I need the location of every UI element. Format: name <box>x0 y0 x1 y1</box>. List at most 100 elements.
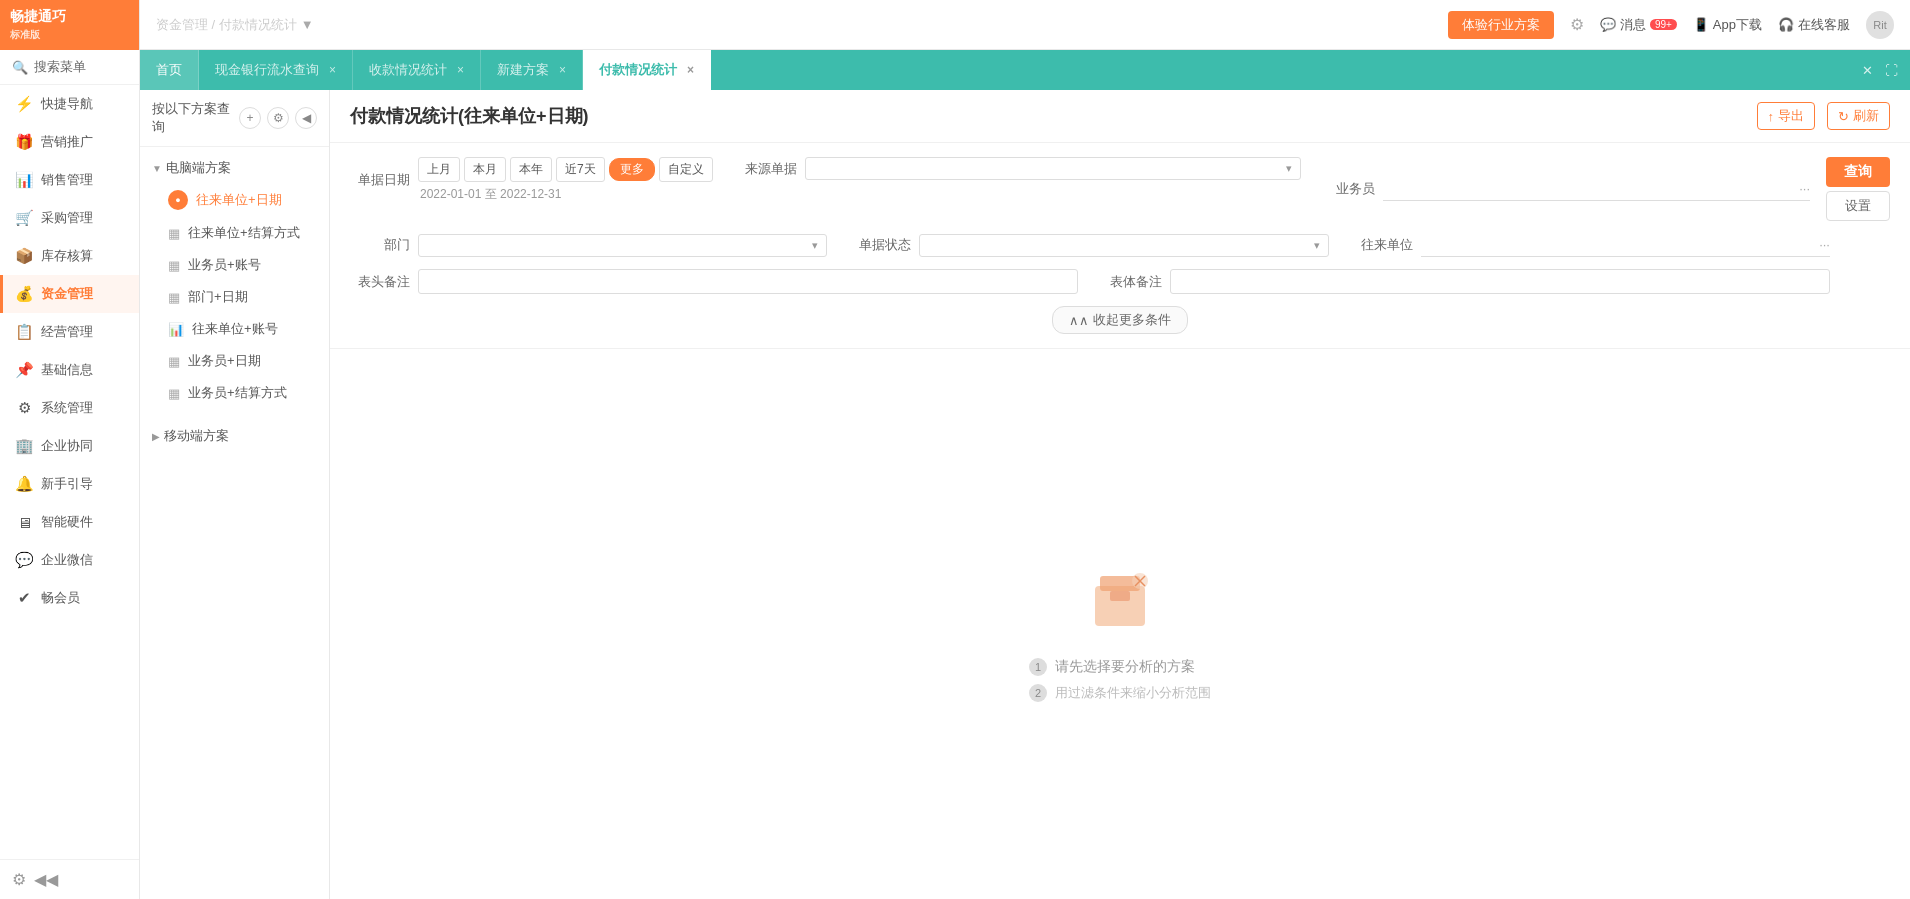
tab-home[interactable]: 首页 <box>140 50 199 90</box>
sidebar-item-basic[interactable]: 📌 基础信息 <box>0 351 139 389</box>
partner-input[interactable]: ··· <box>1421 233 1830 257</box>
hardware-icon: 🖥 <box>15 513 33 531</box>
scheme-label: 往来单位+账号 <box>192 320 278 338</box>
export-btn[interactable]: ↑ 导出 <box>1757 102 1816 130</box>
industry-btn[interactable]: 体验行业方案 <box>1448 11 1554 39</box>
sidebar-item-label: 新手引导 <box>41 475 93 493</box>
app-download-btn[interactable]: 📱 App下载 <box>1693 16 1762 34</box>
query-btn[interactable]: 查询 <box>1826 157 1890 187</box>
bottom-settings-icon[interactable]: ⚙ <box>12 870 26 889</box>
body-note-input[interactable] <box>1170 269 1830 294</box>
add-scheme-btn[interactable]: + <box>239 107 261 129</box>
staff-select[interactable]: ··· <box>1383 177 1810 201</box>
settings-btn[interactable]: 设置 <box>1826 191 1890 221</box>
guide-icon: 🔔 <box>15 475 33 493</box>
collapse-filter-btn[interactable]: ∧∧ 收起更多条件 <box>1052 306 1188 334</box>
message-icon: 💬 <box>1600 17 1616 32</box>
user-avatar[interactable]: Rit <box>1866 11 1894 39</box>
sidebar-item-guide[interactable]: 🔔 新手引导 <box>0 465 139 503</box>
settings-gear-icon[interactable]: ⚙ <box>1570 15 1584 34</box>
scheme-label: 业务员+日期 <box>188 352 261 370</box>
header-note-input[interactable] <box>418 269 1078 294</box>
messages-label: 消息 <box>1620 16 1646 34</box>
date-btn-this-month[interactable]: 本月 <box>464 157 506 182</box>
messages-btn[interactable]: 💬 消息 99+ <box>1600 16 1677 34</box>
tab-new-scheme[interactable]: 新建方案 × <box>481 50 583 90</box>
date-btn-custom[interactable]: 自定义 <box>659 157 713 182</box>
page-title: 付款情况统计(往来单位+日期) <box>350 104 589 128</box>
operation-icon: 📋 <box>15 323 33 341</box>
date-btn-last-month[interactable]: 上月 <box>418 157 460 182</box>
tab-receipt-stats[interactable]: 收款情况统计 × <box>353 50 481 90</box>
scheme-unit-account[interactable]: 📊 往来单位+账号 <box>140 313 329 345</box>
scheme-unit-date[interactable]: ● 往来单位+日期 <box>140 183 329 217</box>
collapse-icon: ∧∧ <box>1069 313 1089 328</box>
basic-icon: 📌 <box>15 361 33 379</box>
quick-nav-icon: ⚡ <box>15 95 33 113</box>
app-download-label: App下载 <box>1713 16 1762 34</box>
source-select[interactable]: ▾ <box>805 157 1302 180</box>
tab-home-label: 首页 <box>156 61 182 79</box>
scheme-staff-account[interactable]: ▦ 业务员+账号 <box>140 249 329 281</box>
tab-expand-icon[interactable]: ⛶ <box>1885 63 1898 78</box>
dept-select[interactable]: ▾ <box>418 234 827 257</box>
voucher-status-chevron: ▾ <box>1314 239 1320 252</box>
panel-collapse-btn[interactable]: ◀ <box>295 107 317 129</box>
scheme-dept-date[interactable]: ▦ 部门+日期 <box>140 281 329 313</box>
page-header-actions: ↑ 导出 ↻ 刷新 <box>1757 102 1891 130</box>
date-btn-this-year[interactable]: 本年 <box>510 157 552 182</box>
tab-payment-stats[interactable]: 付款情况统计 × <box>583 50 711 90</box>
scheme-staff-settle[interactable]: ▦ 业务员+结算方式 <box>140 377 329 409</box>
body-note-label: 表体备注 <box>1102 273 1162 291</box>
empty-hint-1-row: 1 请先选择要分析的方案 <box>1029 658 1195 676</box>
sidebar-item-wechat[interactable]: 💬 企业微信 <box>0 541 139 579</box>
tab-receipt-stats-close[interactable]: × <box>457 63 464 77</box>
sidebar-item-label: 企业协同 <box>41 437 93 455</box>
sidebar-item-quick-nav[interactable]: ⚡ 快捷导航 <box>0 85 139 123</box>
source-chevron: ▾ <box>1286 162 1292 175</box>
sidebar-item-inventory[interactable]: 📦 库存核算 <box>0 237 139 275</box>
tab-bank-flow-close[interactable]: × <box>329 63 336 77</box>
bottom-collapse-icon[interactable]: ◀◀ <box>34 870 58 889</box>
sidebar-item-label: 营销推广 <box>41 133 93 151</box>
breadcrumb-text: 资金管理 / 付款情况统计 <box>156 16 297 34</box>
sidebar-item-enterprise[interactable]: 🏢 企业协同 <box>0 427 139 465</box>
tab-bank-flow-label: 现金银行流水查询 <box>215 61 319 79</box>
left-panel: 按以下方案查询 + ⚙ ◀ ▼ 电脑端方案 ● 往来单位+日期 <box>140 90 330 899</box>
mobile-scheme-group: ▶ 移动端方案 <box>140 415 329 457</box>
dropdown-icon[interactable]: ▼ <box>301 17 314 32</box>
tab-receipt-stats-label: 收款情况统计 <box>369 61 447 79</box>
sidebar-search[interactable]: 🔍 搜索菜单 <box>0 50 139 85</box>
desktop-group-title[interactable]: ▼ 电脑端方案 <box>140 153 329 183</box>
scheme-unit-settle[interactable]: ▦ 往来单位+结算方式 <box>140 217 329 249</box>
tab-payment-stats-close[interactable]: × <box>687 63 694 77</box>
sidebar-item-marketing[interactable]: 🎁 营销推广 <box>0 123 139 161</box>
voucher-status-label: 单据状态 <box>851 236 911 254</box>
sidebar-item-purchase[interactable]: 🛒 采购管理 <box>0 199 139 237</box>
sidebar-item-system[interactable]: ⚙ 系统管理 <box>0 389 139 427</box>
sidebar-item-member[interactable]: ✔ 畅会员 <box>0 579 139 617</box>
scheme-settings-btn[interactable]: ⚙ <box>267 107 289 129</box>
voucher-status-select[interactable]: ▾ <box>919 234 1328 257</box>
sidebar-item-operation[interactable]: 📋 经营管理 <box>0 313 139 351</box>
online-service-btn[interactable]: 🎧 在线客服 <box>1778 16 1850 34</box>
date-btn-more[interactable]: 更多 <box>609 158 655 181</box>
sidebar-item-hardware[interactable]: 🖥 智能硬件 <box>0 503 139 541</box>
tab-close-all-icon[interactable]: ✕ <box>1862 63 1873 78</box>
sidebar-item-sales[interactable]: 📊 销售管理 <box>0 161 139 199</box>
mobile-group-title[interactable]: ▶ 移动端方案 <box>140 421 329 451</box>
date-btn-7days[interactable]: 近7天 <box>556 157 605 182</box>
desktop-scheme-group: ▼ 电脑端方案 ● 往来单位+日期 ▦ 往来单位+结算方式 ▦ 业务员+账号 <box>140 147 329 415</box>
search-icon: 🔍 <box>12 60 28 75</box>
mobile-group-arrow: ▶ <box>152 431 160 442</box>
scheme-staff-date[interactable]: ▦ 业务员+日期 <box>140 345 329 377</box>
tab-new-scheme-close[interactable]: × <box>559 63 566 77</box>
scheme-table-icon: ▦ <box>168 258 180 273</box>
refresh-btn[interactable]: ↻ 刷新 <box>1827 102 1890 130</box>
header-note-label: 表头备注 <box>350 273 410 291</box>
tab-new-scheme-label: 新建方案 <box>497 61 549 79</box>
empty-hint-2-row: 2 用过滤条件来缩小分析范围 <box>1029 684 1211 702</box>
tab-bank-flow[interactable]: 现金银行流水查询 × <box>199 50 353 90</box>
sidebar-item-capital[interactable]: 💰 资金管理 <box>0 275 139 313</box>
export-label: 导出 <box>1778 107 1804 125</box>
